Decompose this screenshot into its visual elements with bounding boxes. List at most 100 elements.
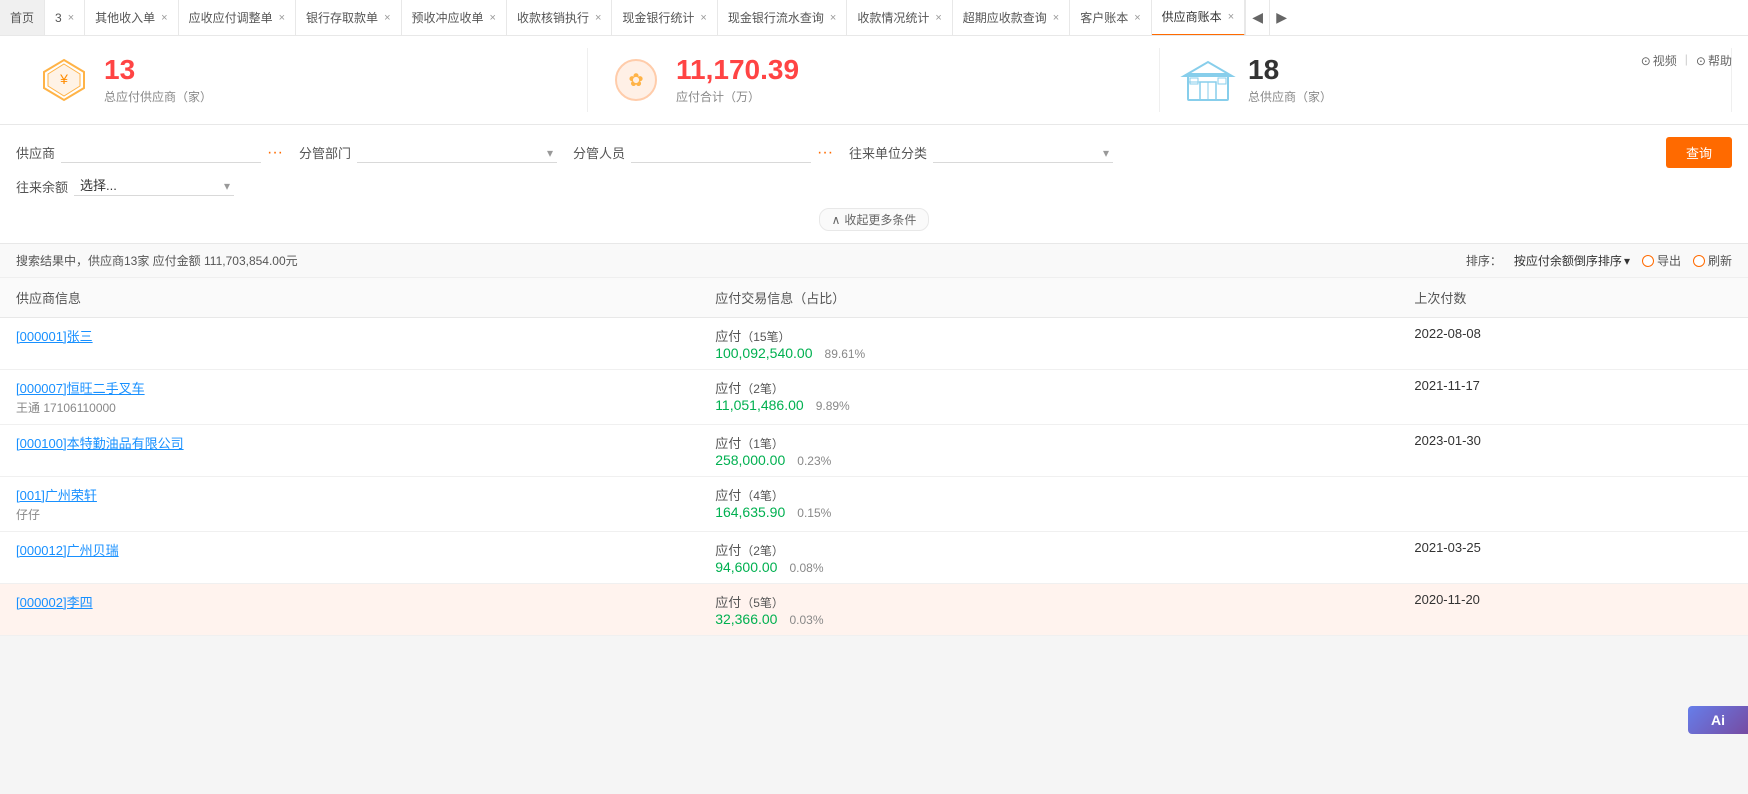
refresh-button[interactable]: 刷新 [1693,252,1732,269]
payable-label-row: 应付（2笔） [715,540,1382,559]
nav-tab-recv-stat[interactable]: 收款情况统计 × [847,0,952,36]
nav-tab-home[interactable]: 首页 [0,0,45,36]
nav-tab-3[interactable]: 3 × [45,0,85,36]
nav-prev-arrow[interactable]: ◀ [1245,0,1269,36]
filter-area: 供应商 ··· 分管部门 ▾ 分管人员 ··· 往来单位分类 [0,125,1748,244]
supplier-link[interactable]: [000100]本特勤油品有限公司 [16,436,184,451]
nav-tab-recv-verify[interactable]: 收款核销执行 × [507,0,612,36]
amount-row: 258,000.000.23% [715,452,1382,468]
nav-tab-supplier-account[interactable]: 供应商账本 × [1152,0,1245,36]
nav-next-arrow[interactable]: ▶ [1269,0,1293,36]
nav-tab-prepay-charge[interactable]: 预收冲应收单 × [402,0,507,36]
ai-button[interactable]: Ai [1688,706,1748,734]
payable-percent: 0.03% [789,613,823,627]
nav-tab-customer-account[interactable]: 客户账本 × [1070,0,1151,36]
close-icon[interactable]: × [384,12,390,24]
payable-label-row: 应付（2笔） [715,378,1382,397]
close-icon[interactable]: × [279,12,285,24]
top-navigation: 首页 3 × 其他收入单 × 应收应付调整单 × 银行存取款单 × 预收冲应收单… [0,0,1748,36]
category-select[interactable] [933,143,1113,163]
payable-amount: 100,092,540.00 [715,345,812,361]
nav-tab-prepay-charge-label: 预收冲应收单 [412,9,484,26]
sort-value-label: 按应付余额倒序排序 [1514,252,1622,269]
supplier-link[interactable]: [000007]恒旺二手叉车 [16,381,145,396]
supplier-table: 供应商信息 应付交易信息（占比） 上次付数 [000001]张三 应付（15笔）1… [0,278,1748,636]
last-payment-cell: 2021-03-25 [1398,532,1748,584]
sort-select[interactable]: 按应付余额倒序排序 ▾ [1514,252,1630,269]
amount-row: 11,051,486.009.89% [715,397,1382,413]
close-icon[interactable]: × [1228,11,1234,23]
nav-tab-bank-deposit[interactable]: 银行存取款单 × [296,0,401,36]
collapse-label: 收起更多条件 [844,211,916,228]
close-icon[interactable]: × [700,12,706,24]
payable-label: 应付 [715,488,741,503]
nav-tab-other-income-label: 其他收入单 [95,9,155,26]
nav-tab-other-income[interactable]: 其他收入单 × [85,0,178,36]
dept-select[interactable] [357,143,557,163]
close-icon[interactable]: × [1053,12,1059,24]
payable-label: 应付 [715,543,741,558]
person-dots-icon[interactable]: ··· [817,145,833,161]
supplier-link[interactable]: [000002]李四 [16,595,93,610]
last-payment-cell: 2020-11-20 [1398,584,1748,636]
svg-text:✿: ✿ [628,70,643,90]
supplier-dots-icon[interactable]: ··· [267,145,283,161]
sort-dropdown-icon: ▾ [1624,254,1630,268]
table-header-row: 供应商信息 应付交易信息（占比） 上次付数 [0,278,1748,318]
wheat-icon: ✿ [608,52,664,108]
payable-info-cell: 应付（2笔）94,600.000.08% [699,532,1398,584]
result-summary-text: 搜索结果中，供应商13家 应付金额 111,703,854.00元 [16,252,298,269]
payable-info-cell: 应付（1笔）258,000.000.23% [699,425,1398,477]
help-link[interactable]: ⊙帮助 [1696,52,1732,69]
payable-count: （2笔） [741,544,784,558]
supplier-info-cell: [000100]本特勤油品有限公司 [0,425,699,477]
close-icon[interactable]: × [68,12,74,24]
col-header-supplier: 供应商信息 [0,278,699,318]
person-input[interactable] [631,143,811,163]
filter-dept: 分管部门 ▾ [299,143,557,163]
payable-percent: 0.15% [797,506,831,520]
payable-info-cell: 应付（5笔）32,366.000.03% [699,584,1398,636]
summary-bar: ¥ 13 总应付供应商（家） ✿ 11,170.39 应付合计（万） [0,36,1748,125]
close-icon[interactable]: × [161,12,167,24]
nav-tab-cash-bank-flow[interactable]: 现金银行流水查询 × [718,0,847,36]
filter-balance: 往来余额 选择... ▾ [16,176,234,196]
nav-tab-home-label: 首页 [10,9,34,26]
collapse-button[interactable]: ∧ 收起更多条件 [819,208,930,231]
balance-select[interactable]: 选择... [74,176,234,196]
close-icon[interactable]: × [830,12,836,24]
last-payment-cell: 2023-01-30 [1398,425,1748,477]
ai-button-label: Ai [1711,712,1725,728]
payable-count: （1笔） [741,437,784,451]
nav-tab-overdue-query-label: 超期应收款查询 [963,9,1047,26]
query-button[interactable]: 查询 [1666,137,1732,168]
supplier-link[interactable]: [000012]广州贝瑞 [16,543,119,558]
nav-tab-cash-bank-stat[interactable]: 现金银行统计 × [612,0,717,36]
supplier-input[interactable] [61,143,261,163]
nav-tab-recv-verify-label: 收款核销执行 [517,9,589,26]
nav-tab-customer-account-label: 客户账本 [1080,9,1128,26]
refresh-label: 刷新 [1708,252,1732,269]
close-icon[interactable]: × [1134,12,1140,24]
close-icon[interactable]: × [935,12,941,24]
video-link[interactable]: ⊙视频 [1641,52,1677,69]
payable-amount: 258,000.00 [715,452,785,468]
table-row: [001]广州荣轩仔仔应付（4笔）164,635.900.15% [0,477,1748,532]
supplier-info-cell: [000001]张三 [0,318,699,370]
supplier-info-cell: [000012]广州贝瑞 [0,532,699,584]
close-icon[interactable]: × [595,12,601,24]
payable-label-row: 应付（4笔） [715,485,1382,504]
filter-supplier: 供应商 ··· [16,143,283,163]
supplier-link[interactable]: [001]广州荣轩 [16,488,97,503]
nav-tab-overdue-query[interactable]: 超期应收款查询 × [953,0,1070,36]
supplier-link[interactable]: [000001]张三 [16,329,93,344]
payable-info-cell: 应付（15笔）100,092,540.0089.61% [699,318,1398,370]
amount-row: 164,635.900.15% [715,504,1382,520]
card1-number: 13 [104,55,212,86]
nav-tab-payable-adjust[interactable]: 应收应付调整单 × [179,0,296,36]
export-button[interactable]: 导出 [1642,252,1681,269]
filter-category: 往来单位分类 ▾ [849,143,1113,163]
nav-tab-recv-stat-label: 收款情况统计 [857,9,929,26]
table-row: [000100]本特勤油品有限公司 应付（1笔）258,000.000.23%20… [0,425,1748,477]
close-icon[interactable]: × [490,12,496,24]
